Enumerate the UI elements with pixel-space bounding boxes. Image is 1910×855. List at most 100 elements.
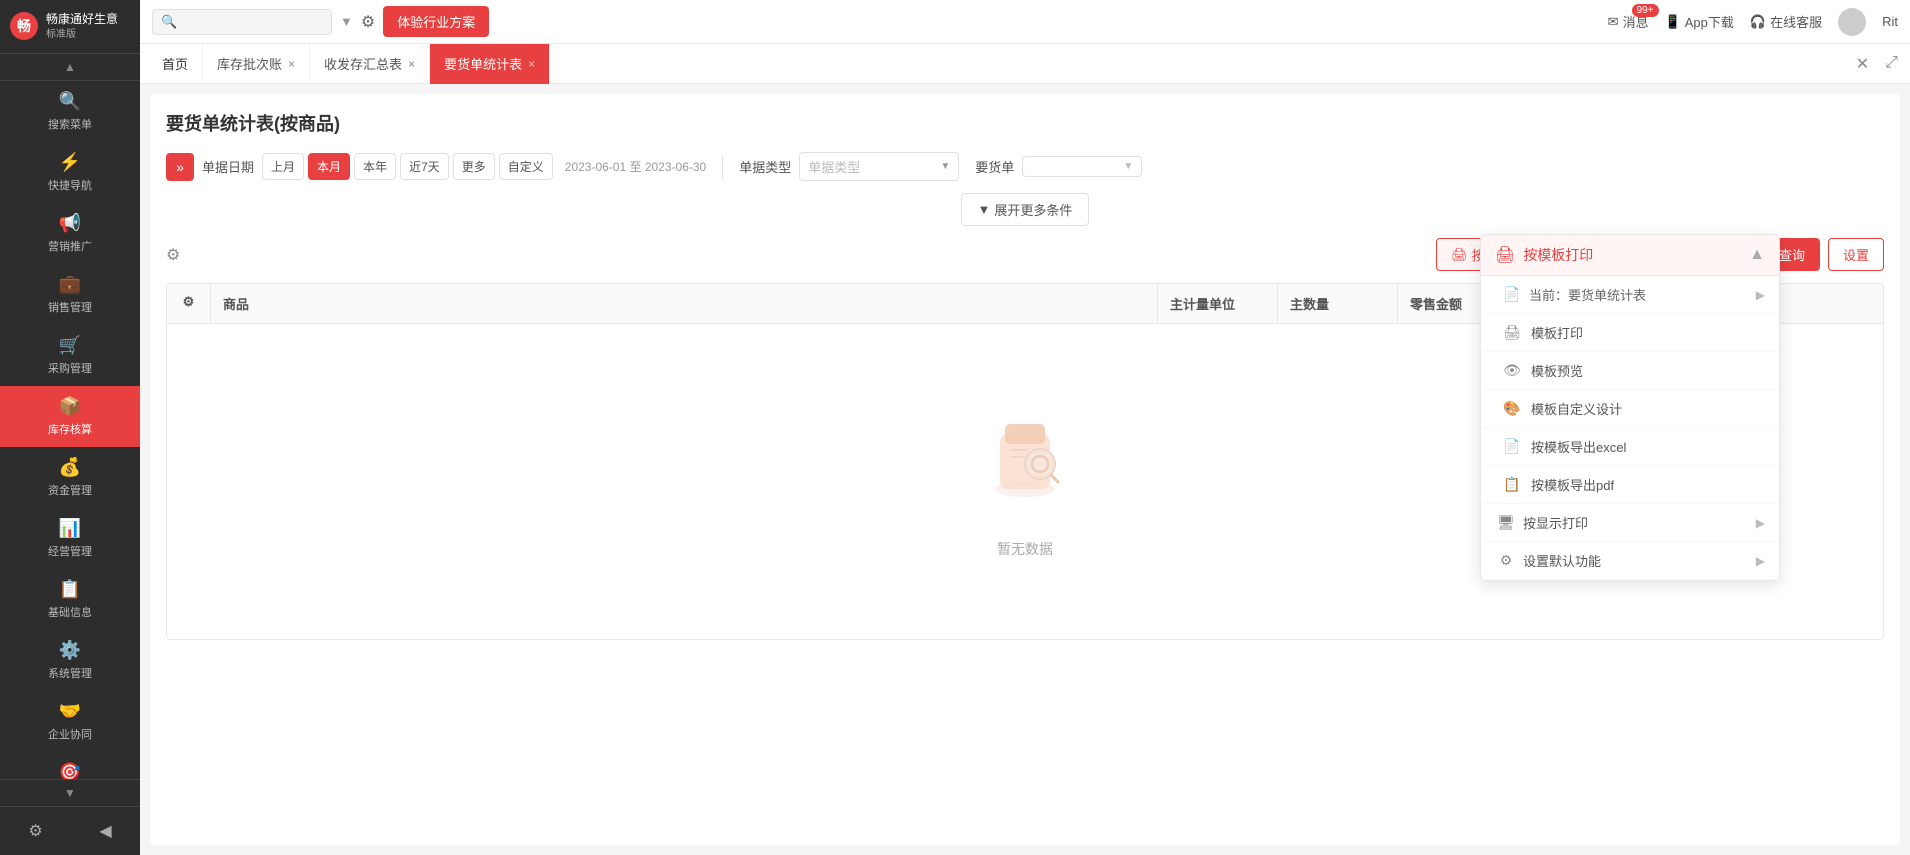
type-label: 单据类型 — [739, 157, 791, 176]
sidebar-item-guide[interactable]: 🎯 新手引导 — [0, 752, 140, 779]
template-design-label: 模板自定义设计 — [1531, 399, 1622, 418]
dropdown-item-template-preview[interactable]: 👁 模板预览 — [1481, 352, 1779, 390]
sidebar-item-collab[interactable]: 🤝 企业协同 — [0, 691, 140, 752]
sidebar-item-label: 采购管理 — [48, 360, 92, 376]
type-select[interactable]: 单据类型 ▼ — [799, 152, 959, 181]
th-qty: 主数量 — [1278, 284, 1398, 323]
sidebar-item-inventory[interactable]: 📦 库存核算 — [0, 386, 140, 447]
sidebar: 畅 畅康通好生意 标准版 ▲ 🔍 搜索菜单 ⚡ 快捷导航 📢 营销推广 💼 销售… — [0, 0, 140, 855]
sidebar-item-basic[interactable]: 📋 基础信息 — [0, 569, 140, 630]
empty-text: 暂无数据 — [997, 539, 1053, 559]
order-type-label: 要货单 — [975, 157, 1014, 176]
tab-order-stats-close[interactable]: × — [528, 57, 535, 71]
sidebar-item-finance[interactable]: 💰 资金管理 — [0, 447, 140, 508]
dropdown-item-template-design[interactable]: 🎨 模板自定义设计 — [1481, 390, 1779, 428]
toolbar-gear-icon[interactable]: ⚙ — [166, 245, 180, 265]
dropdown-header: 🖨 按模板打印 ▲ — [1481, 235, 1779, 276]
date-range-display: 2023-06-01 至 2023-06-30 — [565, 158, 706, 175]
template-print-icon: 🖨 — [1503, 324, 1521, 341]
app-name: 畅康通好生意 标准版 — [46, 12, 118, 41]
date-btn-last-month[interactable]: 上月 — [262, 153, 304, 180]
dropdown-set-default[interactable]: ⚙ 设置默认功能 ▶ — [1481, 542, 1779, 580]
dropdown-item-export-pdf[interactable]: 📋 按模板导出pdf — [1481, 466, 1779, 504]
tab-order-stats[interactable]: 要货单统计表 × — [430, 44, 550, 84]
print-icon: 🖨 — [1451, 247, 1468, 263]
filter-expand-icon[interactable]: » — [166, 153, 194, 181]
empty-illustration — [975, 404, 1075, 523]
guide-icon: 🎯 — [59, 762, 81, 779]
topbar-search-arrow[interactable]: ▼ — [340, 14, 353, 29]
app-logo: 畅 畅康通好生意 标准版 — [0, 0, 140, 54]
sidebar-item-label: 企业协同 — [48, 726, 92, 742]
dropdown-display-print[interactable]: 🖥 按显示打印 ▶ — [1481, 504, 1779, 542]
display-print-label: 按显示打印 — [1523, 513, 1588, 532]
date-label: 单据日期 — [202, 157, 254, 176]
dropdown-item-template-print[interactable]: 🖨 模板打印 — [1481, 314, 1779, 352]
window-close-btn[interactable]: ✕ — [1852, 54, 1873, 74]
double-arrow-icon: » — [176, 159, 184, 175]
search-input[interactable] — [181, 15, 281, 29]
sidebar-item-search[interactable]: 🔍 搜索菜单 — [0, 81, 140, 142]
date-btn-custom[interactable]: 自定义 — [499, 153, 553, 180]
sidebar-footer: ⚙ ◀ — [0, 806, 140, 855]
th-gear[interactable]: ⚙ — [167, 284, 211, 323]
template-preview-label: 模板预览 — [1531, 361, 1583, 380]
print-header-icon: 🖨 — [1495, 245, 1515, 265]
sidebar-scroll-up[interactable]: ▲ — [62, 58, 78, 76]
template-preview-icon: 👁 — [1503, 362, 1521, 379]
date-btn-this-month[interactable]: 本月 — [308, 153, 350, 180]
sidebar-item-shortcut[interactable]: ⚡ 快捷导航 — [0, 142, 140, 203]
dropdown-item-export-excel[interactable]: 📄 按模板导出excel — [1481, 428, 1779, 466]
collapse-footer-btn[interactable]: ◀ — [91, 817, 119, 845]
tab-receipts-summary-close[interactable]: × — [408, 57, 415, 71]
content-area: 要货单统计表(按商品) » 单据日期 上月 本月 本年 近7天 更多 自定义 2… — [140, 84, 1910, 855]
export-excel-label: 按模板导出excel — [1531, 437, 1626, 456]
window-expand-btn[interactable]: ⤢ — [1881, 54, 1902, 74]
order-type-filter[interactable]: ▼ — [1022, 156, 1142, 177]
tab-inventory-batch[interactable]: 库存批次账 × — [203, 44, 310, 84]
toolbar-left: ⚙ — [166, 245, 180, 265]
settings-button[interactable]: 设置 — [1828, 238, 1884, 271]
sidebar-item-purchase[interactable]: 🛒 采购管理 — [0, 325, 140, 386]
empty-svg — [975, 404, 1075, 504]
dropdown-title: 按模板打印 — [1523, 245, 1593, 265]
user-avatar[interactable] — [1838, 8, 1866, 36]
export-pdf-label: 按模板导出pdf — [1531, 475, 1614, 494]
basic-icon: 📋 — [59, 579, 81, 600]
logo-icon: 畅 — [10, 12, 38, 40]
online-service-button[interactable]: 🎧 在线客服 — [1750, 12, 1822, 31]
sidebar-item-label: 库存核算 — [48, 421, 92, 437]
sidebar-scroll-down[interactable]: ▼ — [62, 784, 78, 802]
type-select-arrow: ▼ — [940, 161, 950, 172]
marketing-icon: 📢 — [59, 213, 81, 234]
message-button[interactable]: ✉ 消息 99+ — [1608, 12, 1649, 31]
topbar-search-box[interactable]: 🔍 — [152, 9, 332, 35]
trial-button[interactable]: 体验行业方案 — [383, 6, 489, 37]
app-download-button[interactable]: 📱 App下载 — [1665, 12, 1734, 31]
sidebar-item-system[interactable]: ⚙️ 系统管理 — [0, 630, 140, 691]
set-default-label: 设置默认功能 — [1523, 551, 1601, 570]
tab-inventory-batch-close[interactable]: × — [288, 57, 295, 71]
dropdown-current-item[interactable]: 📄 当前：要货单统计表 ▶ — [1481, 276, 1779, 314]
sidebar-item-operations[interactable]: 📊 经营管理 — [0, 508, 140, 569]
sidebar-item-marketing[interactable]: 📢 营销推广 — [0, 203, 140, 264]
inventory-icon: 📦 — [59, 396, 81, 417]
sidebar-item-sales[interactable]: 💼 销售管理 — [0, 264, 140, 325]
collab-icon: 🤝 — [59, 701, 81, 722]
expand-more-button[interactable]: ▼ 展开更多条件 — [961, 193, 1090, 226]
settings-footer-btn[interactable]: ⚙ — [20, 817, 50, 845]
tab-home[interactable]: 首页 — [148, 44, 203, 84]
message-icon: ✉ — [1608, 14, 1619, 30]
date-btn-more[interactable]: 更多 — [453, 153, 495, 180]
date-btn-last7days[interactable]: 近7天 — [400, 153, 449, 180]
sales-icon: 💼 — [59, 274, 81, 295]
template-design-icon: 🎨 — [1503, 400, 1521, 417]
online-service-label: 在线客服 — [1770, 12, 1822, 31]
date-btn-this-year[interactable]: 本年 — [354, 153, 396, 180]
sidebar-item-label: 营销推广 — [48, 238, 92, 254]
tab-receipts-summary[interactable]: 收发存汇总表 × — [310, 44, 430, 84]
dropdown-close-btn[interactable]: ▲ — [1749, 246, 1765, 264]
tab-receipts-summary-label: 收发存汇总表 — [324, 54, 402, 73]
topbar-right: ✉ 消息 99+ 📱 App下载 🎧 在线客服 Rit — [1608, 8, 1898, 36]
topbar-gear-icon[interactable]: ⚙ — [361, 12, 375, 32]
